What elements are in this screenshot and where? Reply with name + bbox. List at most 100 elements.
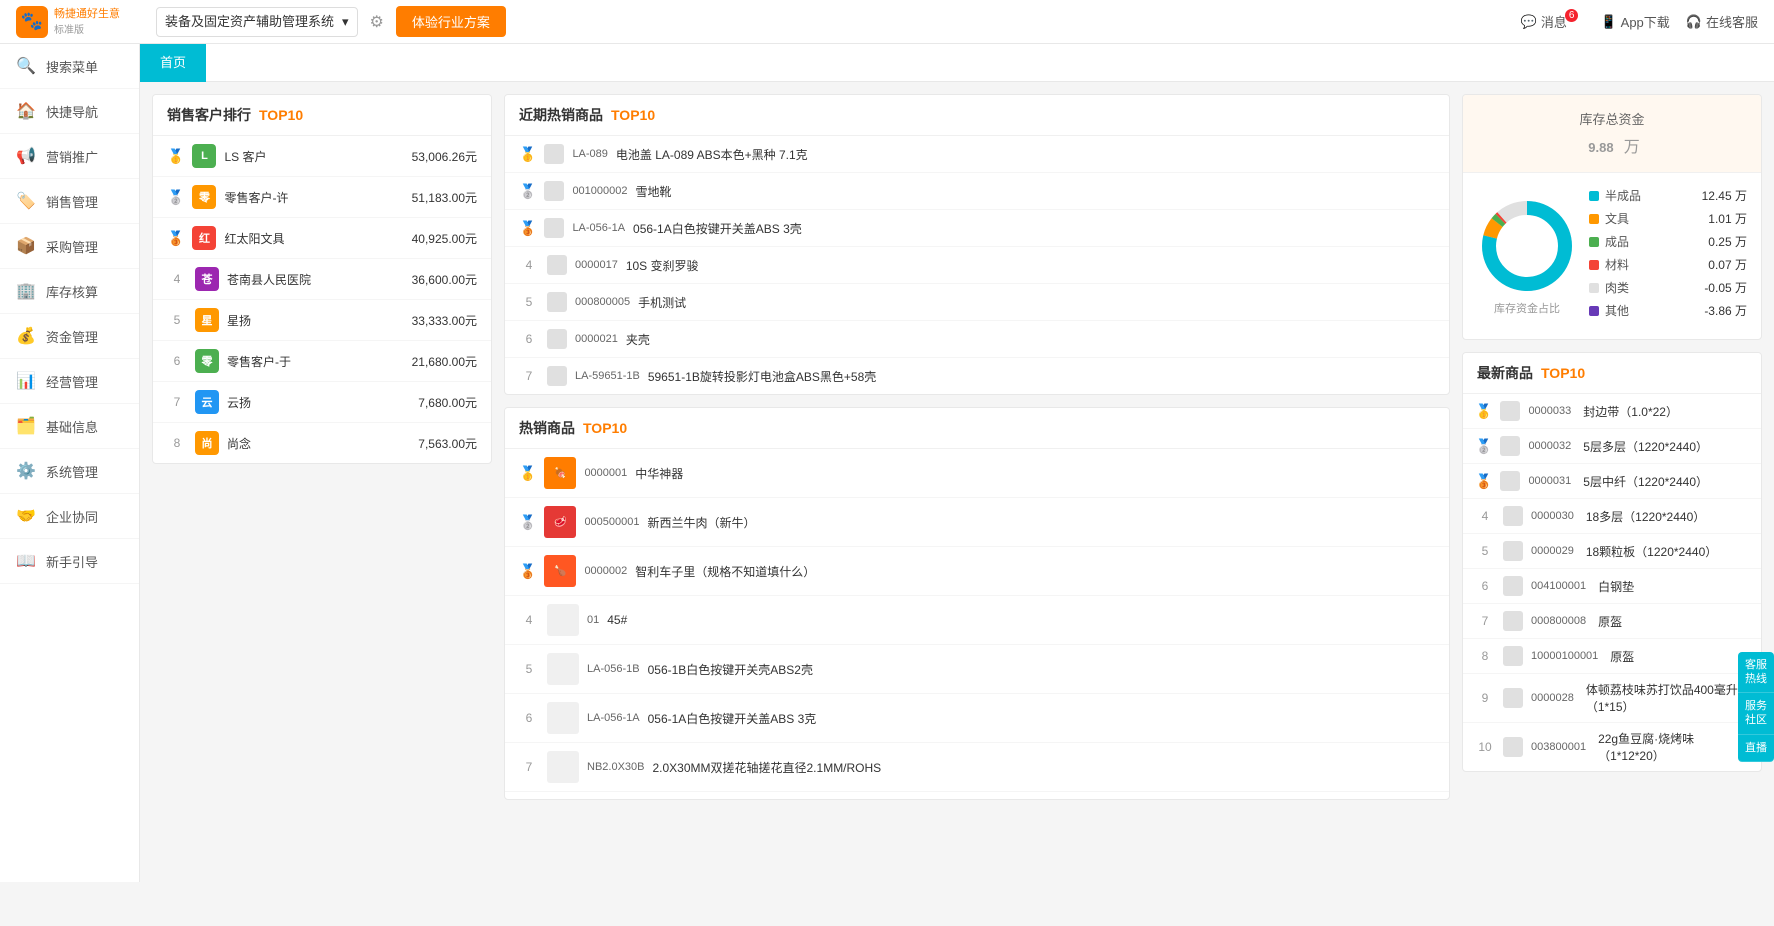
inventory-total: 库存总资金 9.88 万 xyxy=(1463,95,1761,173)
online-service-button[interactable]: 🎧 在线客服 xyxy=(1686,12,1758,31)
customer-amount-3: 40,925.00元 xyxy=(412,230,477,247)
customer-row-4: 4 苍 苍南县人民医院 36,600.00元 xyxy=(153,259,491,300)
hot-prod-row-7: 7 NB2.0X30B 2.0X30MM双搓花轴搓花直径2.1MM/ROHS xyxy=(505,743,1449,792)
code-1: LA-089 xyxy=(572,148,607,160)
hot-rank-6: 6 xyxy=(519,711,539,725)
legend-item-1: 半成品 12.45 万 xyxy=(1589,187,1747,204)
sidebar-item-sales[interactable]: 🏷️ 销售管理 xyxy=(0,179,139,224)
legend-name-3: 成品 xyxy=(1605,233,1702,250)
new-name-10: 22g鱼豆腐·烧烤味（1*12*20） xyxy=(1598,730,1749,764)
rank-num-6: 6 xyxy=(167,354,187,368)
system-name-selector[interactable]: 装备及固定资产辅助管理系统 ▾ xyxy=(156,7,358,37)
legend-value-2: 1.01 万 xyxy=(1708,210,1747,227)
inventory-value: 9.88 万 xyxy=(1477,132,1747,158)
product-icon-7 xyxy=(547,366,567,386)
top-header: 🐾 畅捷通好生意 标准版 装备及固定资产辅助管理系统 ▾ ⚙ 体验行业方案 💬 … xyxy=(0,0,1774,44)
product-icon-5 xyxy=(547,292,567,312)
hot-code-7: NB2.0X30B xyxy=(587,761,644,773)
system-icon: ⚙️ xyxy=(16,461,36,481)
hot-prod-row-3: 🥉 🍗 0000002 智利车子里（规格不知道填什么） xyxy=(505,547,1449,596)
hot-code-5: LA-056-1B xyxy=(587,663,640,675)
sidebar-item-operations[interactable]: 📊 经营管理 xyxy=(0,359,139,404)
float-btn-community[interactable]: 服务社区 xyxy=(1738,693,1774,735)
hot-code-1: 0000001 xyxy=(584,467,627,479)
new-prod-icon-9 xyxy=(1503,688,1523,708)
legend-value-6: -3.86 万 xyxy=(1704,302,1747,319)
new-prod-icon-5 xyxy=(1503,541,1523,561)
new-products-card: 最新商品 TOP10 🥇 0000033 封边带（1.0*22） 🥈 00000… xyxy=(1462,352,1762,772)
customer-amount-7: 7,680.00元 xyxy=(418,394,477,411)
float-btn-service[interactable]: 客服热线 xyxy=(1738,652,1774,694)
new-code-7: 000800008 xyxy=(1531,615,1586,627)
sidebar-item-marketing[interactable]: 📢 营销推广 xyxy=(0,134,139,179)
new-rank-9: 9 xyxy=(1475,691,1495,705)
settings-icon[interactable]: ⚙ xyxy=(370,12,384,32)
new-prod-icon-3 xyxy=(1500,471,1520,491)
sidebar-item-system[interactable]: ⚙️ 系统管理 xyxy=(0,449,139,494)
legend-dot-6 xyxy=(1589,306,1599,316)
chart-label: 库存资金占比 xyxy=(1477,300,1577,316)
new-code-2: 0000032 xyxy=(1528,440,1571,452)
new-rank-7: 7 xyxy=(1475,614,1495,628)
hot-code-4: 01 xyxy=(587,614,599,626)
hot-prod-row-8: 8 0000011 12070519-xs xyxy=(505,792,1449,799)
customer-row-5: 5 星 星扬 33,333.00元 xyxy=(153,300,491,341)
right-panel: 库存总资金 9.88 万 xyxy=(1462,94,1762,812)
sidebar-label-operations: 经营管理 xyxy=(46,372,98,391)
new-prod-icon-4 xyxy=(1503,506,1523,526)
float-btn-direct[interactable]: 直播 xyxy=(1738,735,1774,762)
hot-prod-row-4: 4 01 45# xyxy=(505,596,1449,645)
sidebar-label-search: 搜索菜单 xyxy=(46,57,98,76)
hot-products-list: 🥇 🍖 0000001 中华神器 🥈 🥩 000500001 新西兰 xyxy=(505,449,1449,799)
customer-ranking-top10: TOP10 xyxy=(259,107,303,123)
hot-recent-row-3: 🥉 LA-056-1A 056-1A白色按键开关盖ABS 3壳 xyxy=(505,210,1449,247)
new-prod-row-3: 🥉 0000031 5层中纤（1220*2440） xyxy=(1463,464,1761,499)
logo-area: 🐾 畅捷通好生意 标准版 xyxy=(16,6,156,38)
legend-list: 半成品 12.45 万 文具 1.01 万 成品 0.25 万 xyxy=(1589,187,1747,325)
customer-row-6: 6 零 零售客户-于 21,680.00元 xyxy=(153,341,491,382)
name-5: 手机测试 xyxy=(638,294,1435,311)
tab-home[interactable]: 首页 xyxy=(140,44,206,82)
message-button[interactable]: 💬 消息 6 xyxy=(1521,12,1585,31)
sidebar-item-inventory[interactable]: 🏢 库存核算 xyxy=(0,269,139,314)
new-medal-1: 🥇 xyxy=(1475,403,1492,420)
hot-prod-img-7 xyxy=(547,751,579,783)
customer-name-2: 零售客户-许 xyxy=(224,189,403,206)
sidebar-item-base[interactable]: 🗂️ 基础信息 xyxy=(0,404,139,449)
app-download-button[interactable]: 📱 App下载 xyxy=(1600,12,1669,31)
sidebar-item-purchase[interactable]: 📦 采购管理 xyxy=(0,224,139,269)
hot-name-5: 056-1B白色按键开关壳ABS2壳 xyxy=(648,661,1435,678)
sidebar-item-company[interactable]: 🤝 企业协同 xyxy=(0,494,139,539)
legend-name-4: 材料 xyxy=(1605,256,1702,273)
sidebar-item-quicknav[interactable]: 🏠 快捷导航 xyxy=(0,89,139,134)
new-products-top10: TOP10 xyxy=(1541,365,1585,381)
customer-row-3: 🥉 红 红太阳文具 40,925.00元 xyxy=(153,218,491,259)
code-5: 000800005 xyxy=(575,296,630,308)
legend-name-1: 半成品 xyxy=(1605,187,1696,204)
avatar-8: 尚 xyxy=(195,431,219,455)
hot-medal-3: 🥉 xyxy=(519,563,536,580)
new-prod-row-5: 5 0000029 18颗粒板（1220*2440） xyxy=(1463,534,1761,569)
sidebar-item-search[interactable]: 🔍 搜索菜单 xyxy=(0,44,139,89)
mobile-icon: 📱 xyxy=(1600,14,1616,30)
customer-row-1: 🥇 L LS 客户 53,006.26元 xyxy=(153,136,491,177)
new-prod-icon-6 xyxy=(1503,576,1523,596)
hot-prod-row-5: 5 LA-056-1B 056-1B白色按键开关壳ABS2壳 xyxy=(505,645,1449,694)
sidebar-item-finance[interactable]: 💰 资金管理 xyxy=(0,314,139,359)
hot-name-1: 中华神器 xyxy=(635,465,1435,482)
company-icon: 🤝 xyxy=(16,506,36,526)
sidebar-item-guide[interactable]: 📖 新手引导 xyxy=(0,539,139,584)
product-icon-2 xyxy=(544,181,564,201)
hot-prod-img-2: 🥩 xyxy=(544,506,576,538)
medal-silver-2: 🥈 xyxy=(167,189,184,206)
hot-recent-row-4: 4 0000017 10S 变刹罗骏 xyxy=(505,247,1449,284)
customer-name-8: 尚念 xyxy=(227,435,410,452)
new-name-7: 原盔 xyxy=(1598,613,1749,630)
experience-button[interactable]: 体验行业方案 xyxy=(396,6,506,37)
customer-ranking-header: 销售客户排行 TOP10 xyxy=(153,95,491,136)
customer-amount-2: 51,183.00元 xyxy=(412,189,477,206)
new-prod-icon-2 xyxy=(1500,436,1520,456)
legend-dot-5 xyxy=(1589,283,1599,293)
new-products-header: 最新商品 TOP10 xyxy=(1463,353,1761,394)
new-code-5: 0000029 xyxy=(1531,545,1574,557)
